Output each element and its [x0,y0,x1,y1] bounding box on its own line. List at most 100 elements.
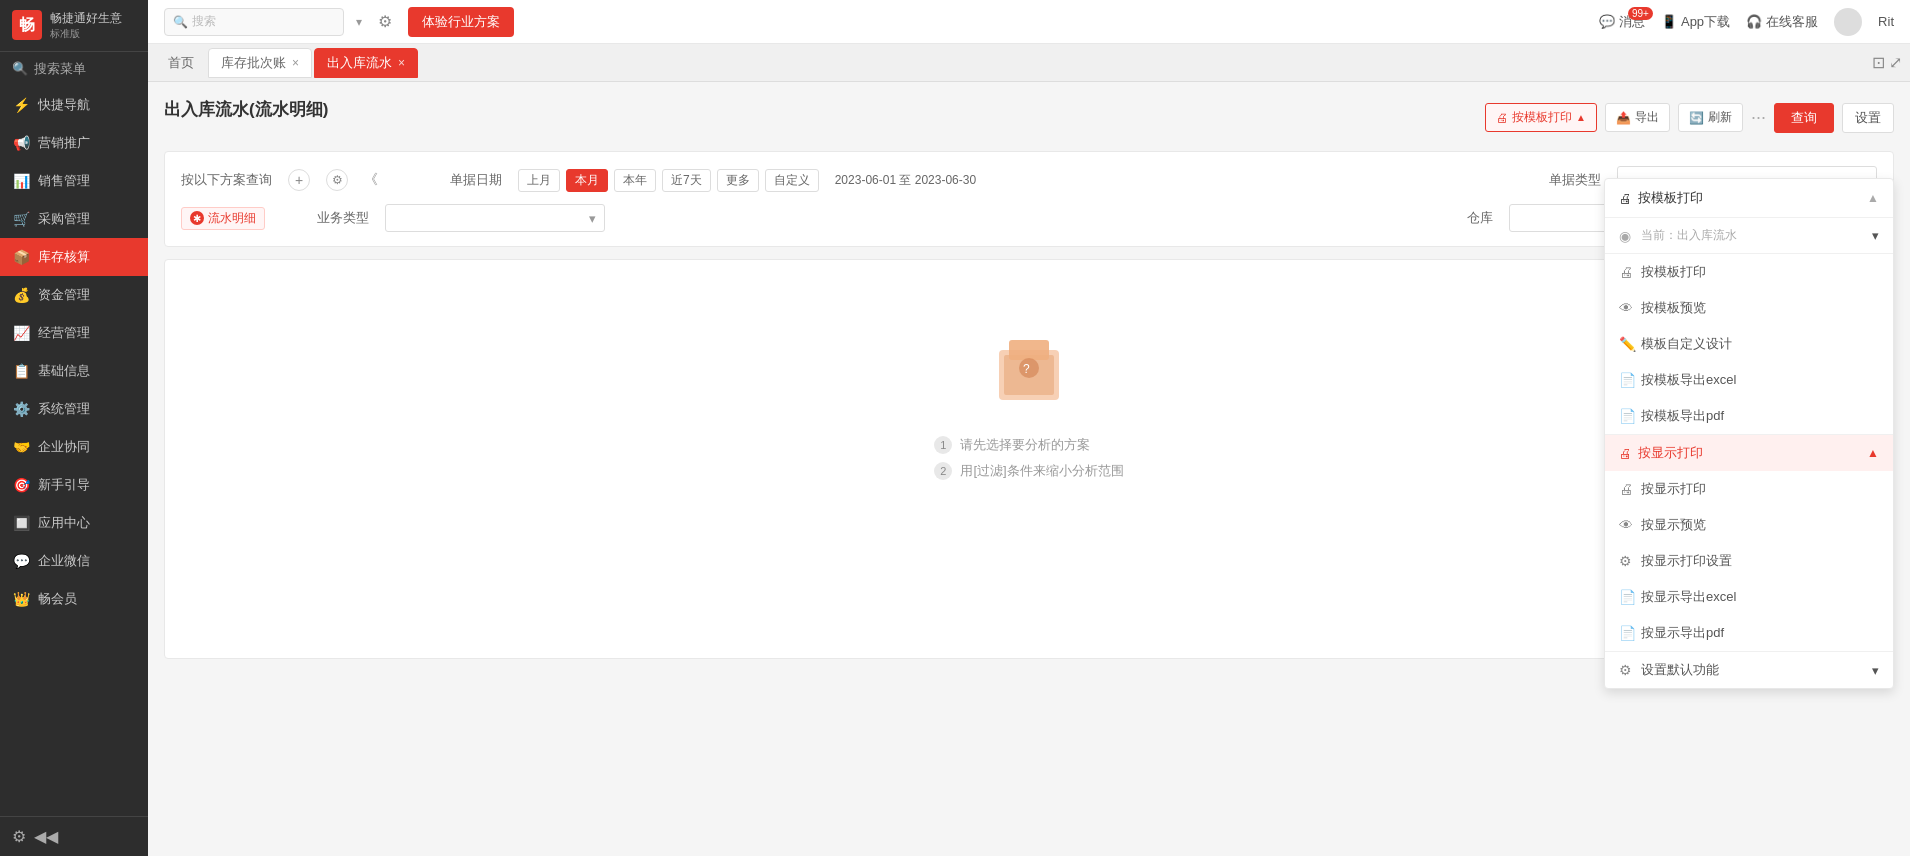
dropdown-item-display-print[interactable]: 🖨 按显示打印 [1605,471,1893,507]
sidebar-item-purchase[interactable]: 🛒 采购管理 [0,200,148,238]
display-print-header-icon: 🖨 [1619,446,1632,461]
filter-settings-button[interactable]: ⚙ [326,169,348,191]
dropdown-item-display-excel[interactable]: 📄 按显示导出excel [1605,579,1893,615]
settings-button[interactable]: 设置 [1842,103,1894,133]
printer-header-icon: 🖨 [1619,191,1632,206]
dropdown-collapse-icon[interactable]: ▲ [1867,191,1879,205]
default-function-icon: ⚙ [1619,662,1632,678]
industry-solution-button[interactable]: 体验行业方案 [408,7,514,37]
display-preview-icon: 👁 [1619,517,1633,533]
sidebar-item-vip[interactable]: 👑 畅会员 [0,580,148,618]
date-this-year[interactable]: 本年 [614,169,656,192]
dropdown-item-template-preview[interactable]: 👁 按模板预览 [1605,290,1893,326]
message-button[interactable]: 💬 消息 99+ [1599,13,1645,31]
dropdown-item-template-excel[interactable]: 📄 按模板导出excel [1605,362,1893,398]
page-title: 出入库流水(流水明细) [164,98,328,121]
current-indicator-icon: ◉ [1619,228,1631,244]
refresh-button[interactable]: 🔄 刷新 [1678,103,1743,132]
dropdown-item-template-pdf[interactable]: 📄 按模板导出pdf [1605,398,1893,434]
main: 🔍 搜索 ▾ ⚙ 体验行业方案 💬 消息 99+ 📱 App下载 🎧 在线客服 … [148,0,1910,856]
sidebar-item-inventory[interactable]: 📦 库存核算 [0,238,148,276]
topbar-search-icon: 🔍 [173,15,188,29]
sales-icon: 📊 [12,172,30,190]
topbar-search[interactable]: 🔍 搜索 [164,8,344,36]
guide-icon: 🎯 [12,476,30,494]
export-icon: 📤 [1616,111,1631,125]
svg-rect-2 [1009,340,1049,360]
sidebar-item-system[interactable]: ⚙️ 系统管理 [0,390,148,428]
avatar[interactable] [1834,8,1862,36]
date-7days[interactable]: 近7天 [662,169,711,192]
date-more[interactable]: 更多 [717,169,759,192]
sidebar-item-app[interactable]: 🔲 应用中心 [0,504,148,542]
display-excel-icon: 📄 [1619,589,1636,605]
tab-home[interactable]: 首页 [156,48,206,78]
export-button[interactable]: 📤 导出 [1605,103,1670,132]
topbar-gear-icon[interactable]: ⚙ [378,12,392,31]
empty-steps: 1 请先选择要分析的方案 2 用[过滤]条件来缩小分析范围 [934,436,1123,488]
tab-flow[interactable]: 出入库流水 × [314,48,418,78]
vip-icon: 👑 [12,590,30,608]
filter-collapse-button[interactable]: 《 [364,171,378,189]
restore-icon[interactable]: ⊡ [1872,53,1885,72]
sidebar-item-marketing[interactable]: 📢 营销推广 [0,124,148,162]
collapse-sidebar-icon[interactable]: ◀◀ [34,827,58,846]
dropdown-item-template-design[interactable]: ✏️ 模板自定义设计 [1605,326,1893,362]
dropdown-current-chevron-icon: ▾ [1872,228,1879,243]
inventory-icon: 📦 [12,248,30,266]
business-type-select[interactable]: ▾ [385,204,605,232]
finance-icon: 💰 [12,286,30,304]
sidebar-item-operation[interactable]: 📈 经营管理 [0,314,148,352]
tab-batch-account-close[interactable]: × [292,56,299,70]
filter-tag-liushui: ✱ 流水明细 [181,207,265,230]
sidebar-item-basic[interactable]: 📋 基础信息 [0,352,148,390]
headset-icon: 🎧 [1746,14,1762,29]
dropdown-item-default-function[interactable]: ⚙ 设置默认功能 ▾ [1605,652,1893,688]
purchase-icon: 🛒 [12,210,30,228]
sidebar-item-finance[interactable]: 💰 资金管理 [0,276,148,314]
tabbar: 首页 库存批次账 × 出入库流水 × ⊡ ⤢ [148,44,1910,82]
settings-bottom-icon[interactable]: ⚙ [12,827,26,846]
topbar-chevron-icon[interactable]: ▾ [356,15,362,29]
sidebar-item-quick-nav[interactable]: ⚡ 快捷导航 [0,86,148,124]
sidebar-item-guide[interactable]: 🎯 新手引导 [0,466,148,504]
app-center-icon: 🔲 [12,514,30,532]
date-custom[interactable]: 自定义 [765,169,819,192]
sidebar-item-sales[interactable]: 📊 销售管理 [0,162,148,200]
search-icon: 🔍 [12,61,28,76]
search-menu[interactable]: 🔍 搜索菜单 [0,52,148,86]
display-section-title: 🖨 按显示打印 [1619,444,1703,462]
display-pdf-icon: 📄 [1619,625,1636,641]
sidebar-logo: 畅 畅捷通好生意 标准版 [0,0,148,52]
sidebar-bottom: ⚙ ◀◀ [0,816,148,856]
dropdown-header: 🖨 按模板打印 ▲ [1605,179,1893,218]
dropdown-item-template-print[interactable]: 🖨 按模板打印 [1605,254,1893,290]
dropdown-item-display-pdf[interactable]: 📄 按显示导出pdf [1605,615,1893,651]
username-label: Rit [1878,14,1894,29]
app-download-button[interactable]: 📱 App下载 [1661,13,1730,31]
sidebar-item-wechat[interactable]: 💬 企业微信 [0,542,148,580]
print-icon: 🖨 [1496,111,1508,125]
online-service-button[interactable]: 🎧 在线客服 [1746,13,1818,31]
print-chevron-up-icon: ▲ [1576,112,1586,123]
print-template-button[interactable]: 🖨 按模板打印 ▲ [1485,103,1597,132]
marketing-icon: 📢 [12,134,30,152]
warehouse-label: 仓库 [1467,209,1493,227]
date-last-month[interactable]: 上月 [518,169,560,192]
more-actions-button[interactable]: ··· [1751,107,1766,128]
tab-batch-account[interactable]: 库存批次账 × [208,48,312,78]
filter-add-button[interactable]: + [288,169,310,191]
date-label: 单据日期 [450,171,502,189]
tabbar-right: ⊡ ⤢ [1872,53,1902,72]
dropdown-item-display-preview[interactable]: 👁 按显示预览 [1605,507,1893,543]
empty-step-1: 1 请先选择要分析的方案 [934,436,1123,454]
sidebar-item-collab[interactable]: 🤝 企业协同 [0,428,148,466]
date-this-month[interactable]: 本月 [566,169,608,192]
message-badge: 99+ [1628,7,1653,20]
dropdown-item-display-settings[interactable]: ⚙ 按显示打印设置 [1605,543,1893,579]
business-type-chevron-icon: ▾ [589,211,596,226]
query-button[interactable]: 查询 [1774,103,1834,133]
display-print-section-header[interactable]: 🖨 按显示打印 ▲ [1605,435,1893,471]
tab-flow-close[interactable]: × [398,56,405,70]
maximize-icon[interactable]: ⤢ [1889,53,1902,72]
